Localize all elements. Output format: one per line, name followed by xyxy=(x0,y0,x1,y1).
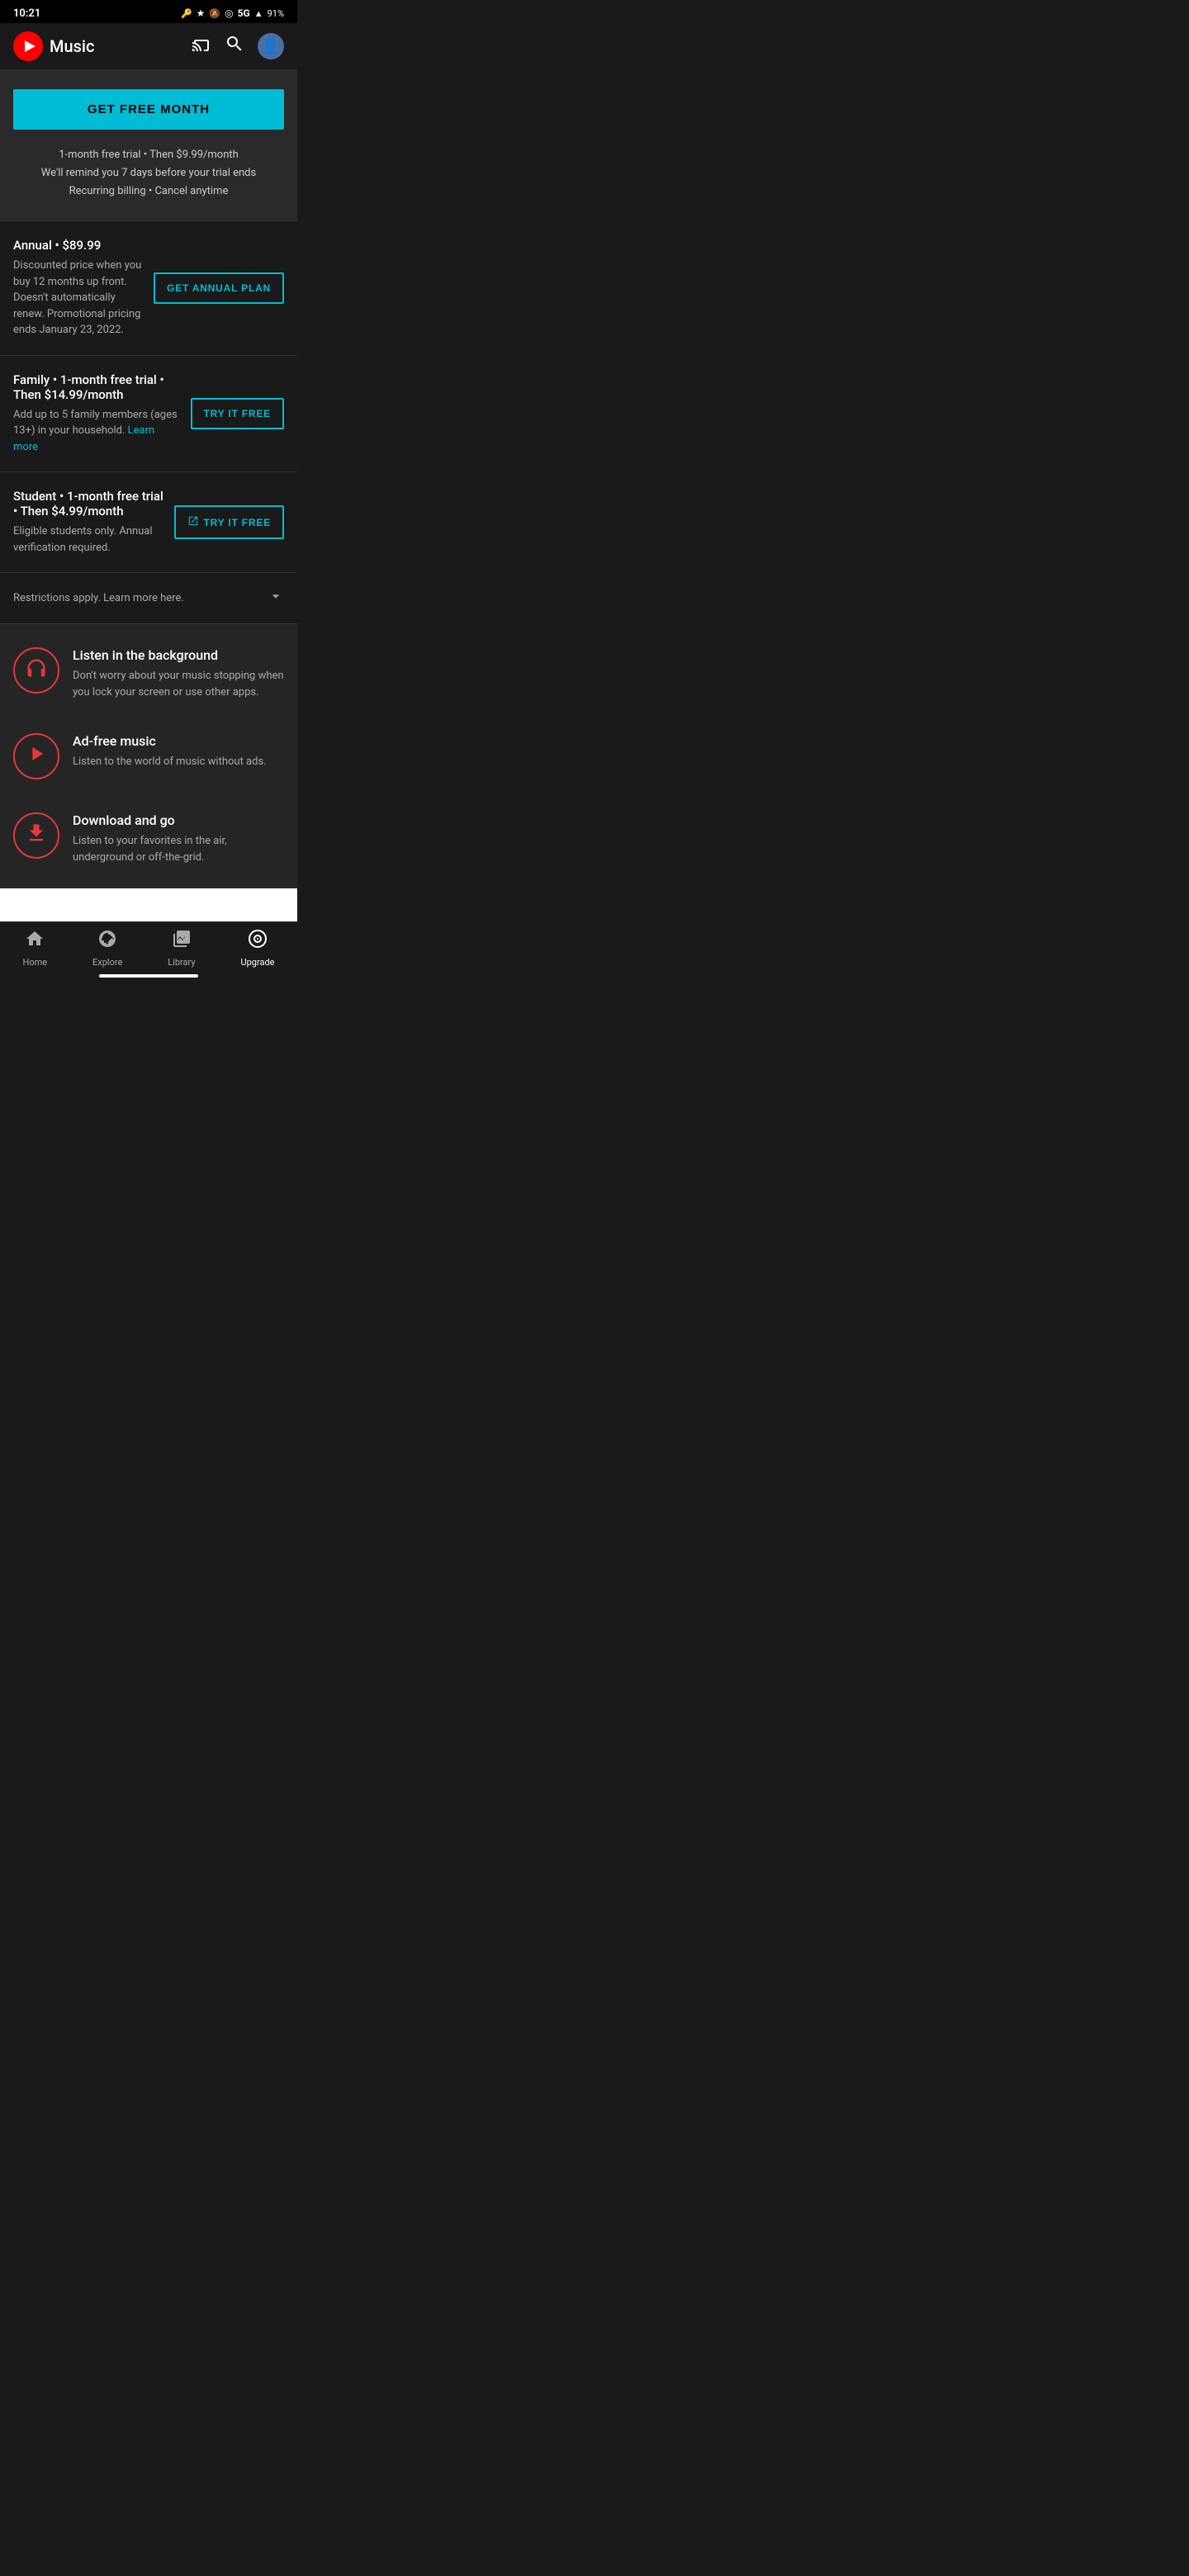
nav-explore[interactable]: Explore xyxy=(92,929,122,968)
download-icon xyxy=(25,822,48,850)
mute-icon: 🔕 xyxy=(209,8,220,19)
explore-icon xyxy=(97,929,117,954)
search-icon[interactable] xyxy=(225,34,244,59)
nav-home[interactable]: Home xyxy=(22,929,47,968)
status-icons: 🔑 ★ 🔕 ◎ 5G ▲ 91% xyxy=(181,7,284,19)
header-actions: 👤 xyxy=(192,33,284,59)
app-name: Music xyxy=(50,36,94,56)
restrictions-row[interactable]: Restrictions apply. Learn more here. xyxy=(0,573,297,624)
nav-library-label: Library xyxy=(168,957,195,968)
hero-line1: 1-month free trial • Then $9.99/month xyxy=(13,146,284,164)
hero-line2: We'll remind you 7 days before your tria… xyxy=(13,164,284,182)
feature-adfree-row: Ad-free music Listen to the world of mus… xyxy=(0,717,297,796)
feature-background-title: Listen in the background xyxy=(73,647,284,663)
feature-download-row: Download and go Listen to your favorites… xyxy=(0,796,297,882)
feature-adfree-title: Ad-free music xyxy=(73,733,267,749)
feature-background-row: Listen in the background Don't worry abo… xyxy=(0,631,297,717)
battery-label: 91% xyxy=(268,8,284,19)
student-try-free-button[interactable]: TRY IT FREE xyxy=(174,505,284,539)
nav-upgrade-label: Upgrade xyxy=(241,957,275,968)
annual-plan-title: Annual • $89.99 xyxy=(13,238,144,253)
car-icon: 🔑 xyxy=(181,8,192,19)
annual-plan-info: Annual • $89.99 Discounted price when yo… xyxy=(13,238,144,339)
logo: Music xyxy=(13,31,94,61)
feature-download-desc: Listen to your favorites in the air, und… xyxy=(73,833,284,865)
feature-background-desc: Don't worry about your music stopping wh… xyxy=(73,668,284,700)
nav-explore-label: Explore xyxy=(92,957,122,968)
feature-download-content: Download and go Listen to your favorites… xyxy=(73,812,284,865)
family-plan-info: Family • 1-month free trial • Then $14.9… xyxy=(13,372,181,456)
feature-download-title: Download and go xyxy=(73,812,284,828)
student-plan-info: Student • 1-month free trial • Then $4.9… xyxy=(13,489,164,556)
play-icon-wrap xyxy=(13,733,59,779)
download-icon-wrap xyxy=(13,812,59,859)
plans-section: Annual • $89.99 Discounted price when yo… xyxy=(0,221,297,624)
restrictions-text: Restrictions apply. Learn more here. xyxy=(13,592,184,604)
feature-adfree-content: Ad-free music Listen to the world of mus… xyxy=(73,733,267,770)
features-section: Listen in the background Don't worry abo… xyxy=(0,624,297,888)
student-plan-title: Student • 1-month free trial • Then $4.9… xyxy=(13,489,164,519)
family-plan-title: Family • 1-month free trial • Then $14.9… xyxy=(13,372,181,402)
feature-background-content: Listen in the background Don't worry abo… xyxy=(73,647,284,700)
family-plan-row: Family • 1-month free trial • Then $14.9… xyxy=(0,356,297,473)
hero-description: 1-month free trial • Then $9.99/month We… xyxy=(13,146,284,201)
nav-home-label: Home xyxy=(22,957,47,968)
signal-icon: ▲ xyxy=(254,8,263,19)
family-plan-desc: Add up to 5 family members (ages 13+) in… xyxy=(13,407,181,456)
external-link-icon xyxy=(187,515,199,529)
library-icon xyxy=(172,929,192,954)
white-bar xyxy=(0,888,297,921)
get-free-month-button[interactable]: GET FREE MONTH xyxy=(13,89,284,130)
chevron-down-icon[interactable] xyxy=(268,588,284,608)
annual-plan-desc: Discounted price when you buy 12 months … xyxy=(13,258,144,339)
status-bar: 10:21 🔑 ★ 🔕 ◎ 5G ▲ 91% xyxy=(0,0,297,23)
play-icon xyxy=(25,742,48,770)
status-time: 10:21 xyxy=(13,7,40,20)
location-icon: ◎ xyxy=(225,7,233,19)
header: Music 👤 xyxy=(0,23,297,69)
bluetooth-icon: ★ xyxy=(197,7,206,19)
feature-adfree-desc: Listen to the world of music without ads… xyxy=(73,754,267,770)
hero-line3: Recurring billing • Cancel anytime xyxy=(13,182,284,201)
yt-music-logo xyxy=(13,31,43,61)
home-icon xyxy=(25,929,45,954)
nav-library[interactable]: Library xyxy=(168,929,195,968)
headphone-icon xyxy=(25,656,48,684)
home-indicator xyxy=(99,974,198,978)
get-annual-plan-button[interactable]: GET ANNUAL PLAN xyxy=(154,272,284,304)
network-label: 5G xyxy=(238,7,250,19)
bottom-nav: Home Explore Library Upgrade xyxy=(0,921,297,971)
hero-section: GET FREE MONTH 1-month free trial • Then… xyxy=(0,69,297,221)
student-plan-row: Student • 1-month free trial • Then $4.9… xyxy=(0,472,297,573)
headphone-icon-wrap xyxy=(13,647,59,694)
nav-upgrade[interactable]: Upgrade xyxy=(241,929,275,968)
student-plan-desc: Eligible students only. Annual verificat… xyxy=(13,523,164,556)
upgrade-icon xyxy=(248,929,268,954)
annual-plan-row: Annual • $89.99 Discounted price when yo… xyxy=(0,221,297,356)
avatar[interactable]: 👤 xyxy=(258,33,284,59)
family-try-free-button[interactable]: TRY IT FREE xyxy=(191,398,284,429)
cast-icon[interactable] xyxy=(192,34,211,59)
